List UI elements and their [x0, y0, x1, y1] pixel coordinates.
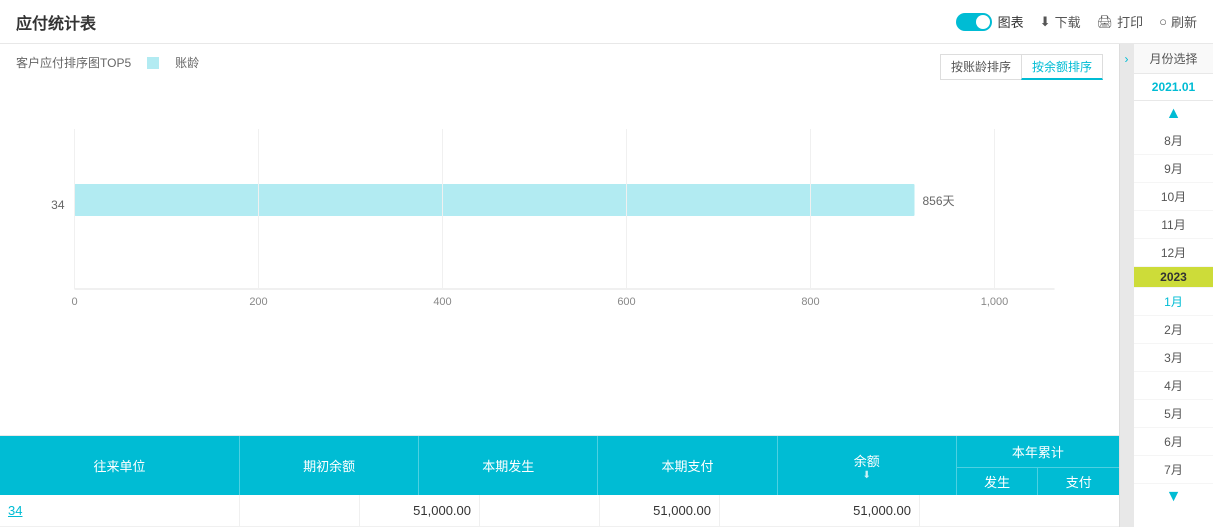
month-item-7[interactable]: 7月 [1134, 456, 1213, 484]
td-wanglai[interactable]: 34 [0, 495, 240, 526]
print-icon: 🖨 [1097, 14, 1114, 30]
table-area: 往来单位 期初余额 本期发生 本期支付 余额 ⬇ [0, 435, 1119, 527]
td-bnlj-group: 51,000.00 [720, 495, 1119, 526]
month-item-3[interactable]: 3月 [1134, 344, 1213, 372]
download-icon: ⬇ [1040, 14, 1051, 30]
th-wanglaidanwei: 往来单位 [0, 436, 240, 495]
legend-color-label: 账龄 [175, 54, 199, 71]
month-item-10[interactable]: 10月 [1134, 183, 1213, 211]
chevron-right-icon: › [1125, 52, 1129, 66]
month-list: 8月 9月 10月 11月 12月 2023 1月 2月 3月 4月 5月 6月… [1134, 127, 1213, 484]
refresh-icon: ○ [1159, 14, 1167, 29]
td-bqzf [480, 495, 600, 526]
td-bnlj-fs: 51,000.00 [720, 495, 920, 526]
td-bqfs: 51,000.00 [360, 495, 480, 526]
month-nav-up[interactable]: ▲ [1134, 101, 1213, 127]
sort-by-balance-button[interactable]: 按账龄排序 [940, 54, 1021, 80]
legend-dot [147, 57, 159, 69]
month-item-5[interactable]: 5月 [1134, 400, 1213, 428]
month-item-8[interactable]: 8月 [1134, 127, 1213, 155]
month-item-6[interactable]: 6月 [1134, 428, 1213, 456]
table-row: 34 51,000.00 51,000.00 [0, 495, 1119, 527]
download-button[interactable]: ⬇ 下载 [1040, 12, 1081, 31]
download-label: 下载 [1055, 12, 1081, 31]
chart-toggle[interactable] [956, 13, 992, 31]
month-item-4[interactable]: 4月 [1134, 372, 1213, 400]
legend-text: 客户应付排序图TOP5 [16, 54, 131, 71]
year-label-2023: 2023 [1134, 267, 1213, 288]
td-ye: 51,000.00 [600, 495, 720, 526]
td-bnlj-zf [920, 495, 1119, 526]
svg-text:400: 400 [433, 296, 451, 308]
month-selector-panel: 月份选择 2021.01 ▲ 8月 9月 10月 11月 12月 2023 1月… [1133, 44, 1213, 527]
month-item-9[interactable]: 9月 [1134, 155, 1213, 183]
chart-area: 客户应付排序图TOP5 账龄 按账龄排序 按余额排序 34 [0, 44, 1119, 435]
chart-svg: 34 856天 0 200 400 600 800 1,000 [16, 79, 1103, 349]
th-ye: 余额 ⬇ [778, 436, 957, 495]
th-qichuye: 期初余额 [240, 436, 419, 495]
th-bennianleiji: 本年累计 发生 支付 [957, 436, 1119, 495]
th-benbqizhifu: 本期支付 [598, 436, 777, 495]
refresh-button[interactable]: ○ 刷新 [1159, 12, 1197, 31]
td-qichuye [240, 495, 360, 526]
table-header: 往来单位 期初余额 本期发生 本期支付 余额 ⬇ [0, 436, 1119, 495]
print-label: 打印 [1117, 12, 1143, 31]
month-item-12[interactable]: 12月 [1134, 239, 1213, 267]
month-item-11[interactable]: 11月 [1134, 211, 1213, 239]
month-selector-header: 月份选择 [1134, 44, 1213, 74]
month-item-2[interactable]: 2月 [1134, 316, 1213, 344]
selected-month[interactable]: 2021.01 [1134, 74, 1213, 101]
svg-text:600: 600 [617, 296, 635, 308]
chart-container: 34 856天 0 200 400 600 800 1,000 [16, 79, 1103, 359]
month-nav-down[interactable]: ▼ [1134, 484, 1213, 510]
month-item-1[interactable]: 1月 [1134, 288, 1213, 316]
sort-buttons: 按账龄排序 按余额排序 [940, 54, 1103, 80]
toggle-label: 图表 [998, 12, 1024, 31]
panel-divider[interactable]: › [1119, 44, 1133, 527]
refresh-label: 刷新 [1171, 12, 1197, 31]
chart-toggle-container[interactable]: 图表 [956, 12, 1024, 31]
svg-text:200: 200 [249, 296, 267, 308]
sort-by-amount-button[interactable]: 按余额排序 [1021, 54, 1103, 80]
svg-text:800: 800 [801, 296, 819, 308]
print-button[interactable]: 🖨 打印 [1097, 12, 1144, 31]
svg-text:856天: 856天 [923, 194, 955, 208]
header-actions: 图表 ⬇ 下载 🖨 打印 ○ 刷新 [956, 12, 1197, 31]
th-benbqifasheng: 本期发生 [419, 436, 598, 495]
svg-text:34: 34 [51, 198, 65, 212]
svg-text:0: 0 [71, 296, 77, 308]
page-title: 应付统计表 [16, 10, 96, 34]
svg-text:1,000: 1,000 [981, 296, 1009, 308]
